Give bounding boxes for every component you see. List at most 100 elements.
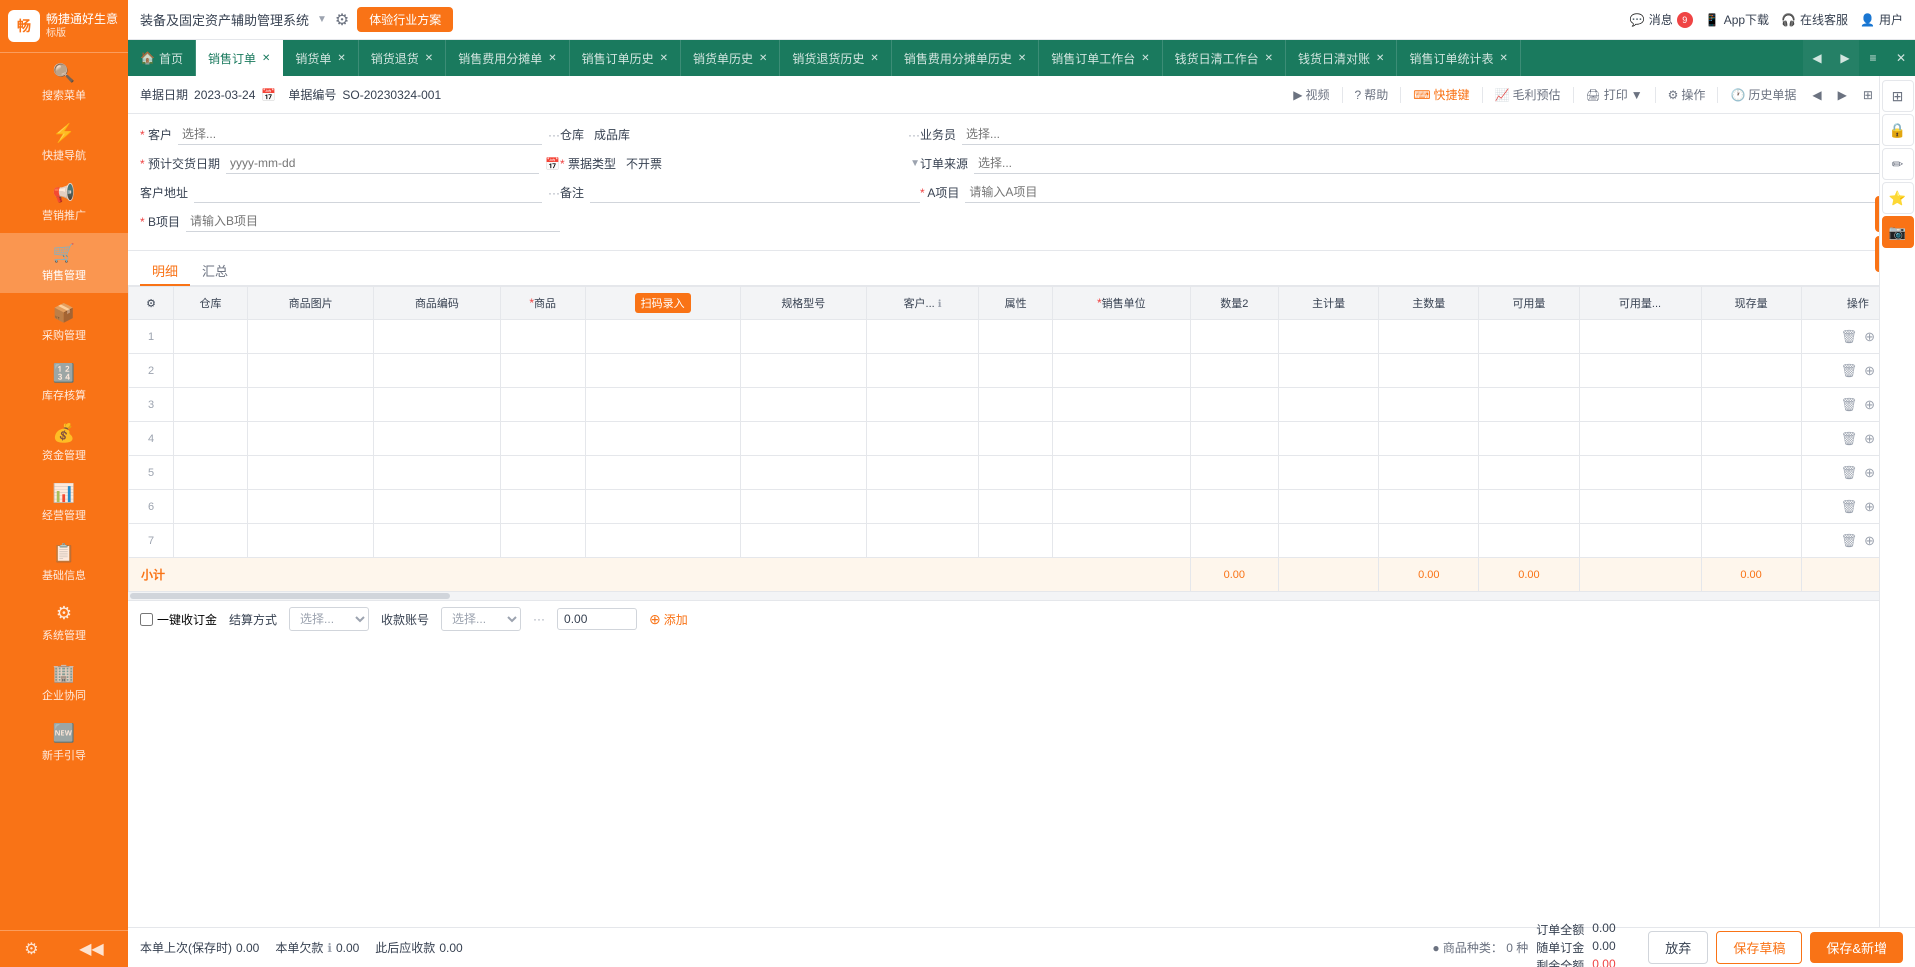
help-btn[interactable]: ? 帮助 — [1351, 84, 1393, 105]
row-goods-1[interactable] — [500, 320, 585, 354]
solution-button[interactable]: 体验行业方案 — [357, 7, 453, 32]
row-customer-code-3[interactable] — [867, 388, 979, 422]
row-spec-3[interactable] — [740, 388, 866, 422]
scrollbar-thumb[interactable] — [130, 593, 450, 599]
navtab-prev-icon[interactable]: ◀ — [1803, 40, 1831, 76]
one-click-checkbox-input[interactable] — [140, 613, 153, 626]
row-code-3[interactable] — [374, 388, 500, 422]
row-goods-4[interactable] — [500, 422, 585, 456]
row-qty2-3[interactable] — [1190, 388, 1279, 422]
row-qty2-7[interactable] — [1190, 524, 1279, 558]
navtab-expense-split[interactable]: 销售费用分摊单 ✕ — [446, 40, 569, 76]
address-input[interactable] — [194, 182, 542, 203]
print-dropdown-icon[interactable]: ▼ — [1631, 88, 1643, 102]
row-goods-7[interactable] — [500, 524, 585, 558]
delivery-date-input[interactable] — [226, 153, 539, 174]
row-code-4[interactable] — [374, 422, 500, 456]
customer-input[interactable] — [178, 124, 542, 145]
row-main-qty-1[interactable] — [1379, 320, 1479, 354]
sidebar-item-inventory[interactable]: 🔢 库存核算 — [0, 353, 128, 413]
row-delete-icon-2[interactable]: 🗑 — [1841, 363, 1858, 378]
tab-mingxi[interactable]: 明细 — [140, 257, 190, 286]
navtab-order-workbench[interactable]: 销售订单工作台 ✕ — [1039, 40, 1162, 76]
row-copy-icon-2[interactable]: ⊕ — [1864, 363, 1875, 378]
remark-input[interactable] — [590, 182, 920, 203]
row-delete-icon-3[interactable]: 🗑 — [1841, 397, 1858, 412]
tab-huizong[interactable]: 汇总 — [190, 257, 240, 286]
row-goods-2[interactable] — [500, 354, 585, 388]
row-unit-3[interactable] — [1053, 388, 1191, 422]
row-main-qty-2[interactable] — [1379, 354, 1479, 388]
invoice-dropdown-icon[interactable]: ▼ — [910, 158, 920, 169]
topbar-appdownload[interactable]: 📱 App下载 — [1705, 11, 1769, 28]
topbar-onlineservice[interactable]: 🎧 在线客服 — [1781, 11, 1848, 28]
navtab-order-stats[interactable]: 销售订单统计表 ✕ — [1397, 40, 1520, 76]
row-delete-icon-7[interactable]: 🗑 — [1841, 533, 1858, 548]
sidebar-item-base[interactable]: 📋 基础信息 — [0, 533, 128, 593]
payment-dots[interactable]: ··· — [533, 612, 545, 626]
row-qty2-1[interactable] — [1190, 320, 1279, 354]
row-spec-4[interactable] — [740, 422, 866, 456]
navtab-sales-order-history[interactable]: 销售订单历史 ✕ — [570, 40, 681, 76]
row-attribute-2[interactable] — [979, 354, 1053, 388]
close-sales-return-icon[interactable]: ✕ — [425, 53, 433, 64]
close-invoice-history-icon[interactable]: ✕ — [759, 53, 767, 64]
row-unit-2[interactable] — [1053, 354, 1191, 388]
row-spec-1[interactable] — [740, 320, 866, 354]
row-code-6[interactable] — [374, 490, 500, 524]
row-warehouse-5[interactable] — [174, 456, 248, 490]
a-project-input[interactable] — [965, 182, 1903, 203]
close-sales-order-icon[interactable]: ✕ — [262, 53, 270, 64]
navtab-next-icon[interactable]: ▶ — [1831, 40, 1859, 76]
row-customer-code-5[interactable] — [867, 456, 979, 490]
navtab-home[interactable]: 🏠 首页 — [128, 40, 196, 76]
sidebar-item-system[interactable]: ⚙ 系统管理 — [0, 593, 128, 653]
row-warehouse-7[interactable] — [174, 524, 248, 558]
navtab-menu-icon[interactable]: ≡ — [1859, 40, 1887, 76]
close-cash-reconcile-icon[interactable]: ✕ — [1376, 53, 1384, 64]
row-copy-icon-1[interactable]: ⊕ — [1864, 329, 1875, 344]
calendar-icon[interactable]: 📅 — [261, 88, 276, 102]
scan-btn[interactable]: 扫码录入 — [635, 293, 691, 313]
profit-btn[interactable]: 📈 毛利预估 — [1491, 84, 1565, 105]
navtab-close-all-icon[interactable]: ✕ — [1887, 40, 1915, 76]
row-spec-2[interactable] — [740, 354, 866, 388]
row-warehouse-1[interactable] — [174, 320, 248, 354]
row-warehouse-4[interactable] — [174, 422, 248, 456]
topbar-settings-icon[interactable]: ⚙ — [335, 10, 349, 30]
table-scrollbar[interactable] — [128, 592, 1915, 600]
row-goods-3[interactable] — [500, 388, 585, 422]
navtab-cash-workbench[interactable]: 钱货日清工作台 ✕ — [1163, 40, 1286, 76]
row-customer-code-4[interactable] — [867, 422, 979, 456]
row-attribute-3[interactable] — [979, 388, 1053, 422]
navtab-invoice-history[interactable]: 销货单历史 ✕ — [681, 40, 780, 76]
row-customer-code-1[interactable] — [867, 320, 979, 354]
history-btn[interactable]: 🕐 历史单据 — [1726, 84, 1800, 105]
account-select[interactable]: 选择... — [441, 607, 521, 631]
row-unit-6[interactable] — [1053, 490, 1191, 524]
topbar-user[interactable]: 👤 用户 — [1860, 11, 1903, 28]
row-attribute-1[interactable] — [979, 320, 1053, 354]
payment-amount-input[interactable] — [557, 608, 637, 630]
row-qty2-5[interactable] — [1190, 456, 1279, 490]
row-copy-icon-7[interactable]: ⊕ — [1864, 533, 1875, 548]
sidebar-item-finance[interactable]: 💰 资金管理 — [0, 413, 128, 473]
row-delete-icon-1[interactable]: 🗑 — [1841, 329, 1858, 344]
navtab-expense-history[interactable]: 销售费用分摊单历史 ✕ — [892, 40, 1039, 76]
warehouse-dots[interactable]: ··· — [908, 128, 920, 142]
rfloat-btn-4[interactable]: ⭐ — [1882, 182, 1914, 214]
navtab-sales-return[interactable]: 销货退货 ✕ — [359, 40, 446, 76]
row-copy-icon-6[interactable]: ⊕ — [1864, 499, 1875, 514]
row-main-qty-4[interactable] — [1379, 422, 1479, 456]
shortcut-btn[interactable]: ⌨ 快捷键 — [1409, 84, 1473, 105]
row-goods-5[interactable] — [500, 456, 585, 490]
row-unit-5[interactable] — [1053, 456, 1191, 490]
row-code-1[interactable] — [374, 320, 500, 354]
row-attribute-6[interactable] — [979, 490, 1053, 524]
close-order-history-icon[interactable]: ✕ — [660, 53, 668, 64]
b-project-input[interactable] — [186, 211, 560, 232]
prev-record-icon[interactable]: ◀ — [1808, 86, 1825, 104]
address-dots[interactable]: ··· — [548, 186, 560, 200]
operation-btn[interactable]: ⚙ 操作 — [1664, 84, 1710, 105]
row-attribute-5[interactable] — [979, 456, 1053, 490]
